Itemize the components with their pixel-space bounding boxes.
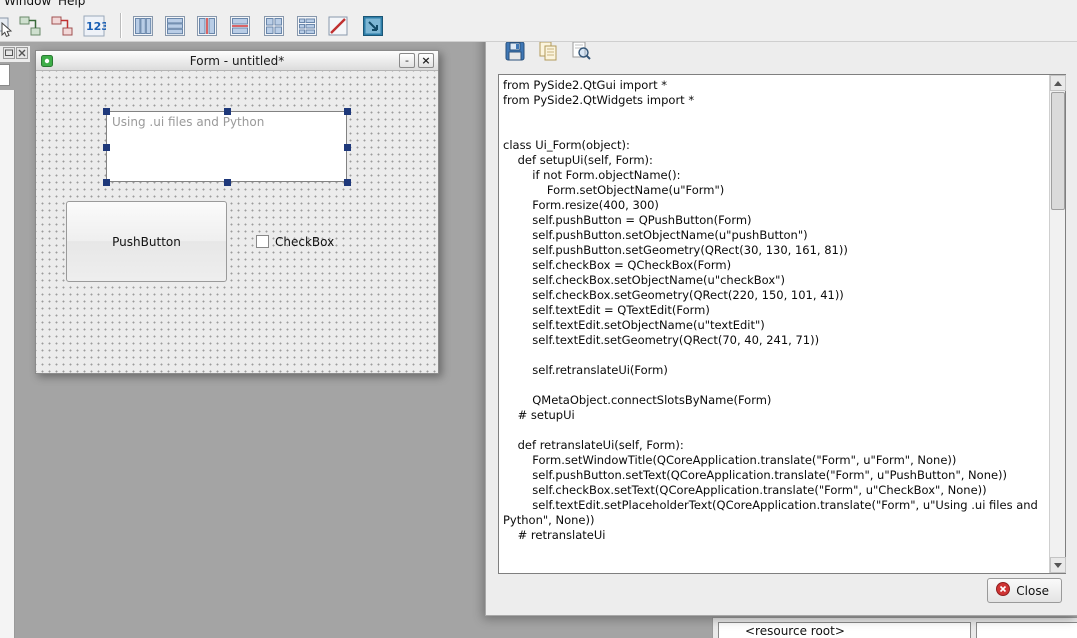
dialog-close-icon [996,582,1010,599]
menu-help[interactable]: Help [58,0,85,8]
close-button-label: Close [1016,584,1049,598]
resize-handle-bottom-right[interactable] [344,179,351,186]
layout-vertical-icon[interactable] [162,13,188,39]
resize-handle-top-right[interactable] [344,108,351,115]
checkbox-label: CheckBox [275,235,334,249]
toolbar-separator [120,13,121,38]
resize-handle-bottom[interactable] [224,179,231,186]
vertical-scrollbar[interactable] [1049,75,1065,573]
checkbox-indicator[interactable] [256,235,269,248]
pushbutton-label: PushButton [112,235,181,249]
edit-buddies-icon[interactable] [49,13,75,39]
widget-box-dock [0,46,30,638]
resize-handle-bottom-left[interactable] [103,179,110,186]
form-canvas[interactable]: Using .ui files and Python PushButton Ch… [36,71,438,373]
layout-grid-icon[interactable] [261,13,287,39]
adjust-size-icon[interactable] [360,13,386,39]
resource-browser-panel: <resource root> [712,617,1077,638]
widget-box-list[interactable] [0,90,15,638]
resize-handle-top[interactable] [224,108,231,115]
dock-close-icon[interactable] [16,47,28,59]
dock-float-icon[interactable] [3,47,15,59]
edit-widgets-icon[interactable] [0,13,16,39]
scroll-up-icon[interactable] [1050,75,1066,91]
resource-tree[interactable]: <resource root> [718,622,971,638]
resource-root-item[interactable]: <resource root> [719,623,970,638]
view-code-dialog: from PySide2.QtGui import * from PySide2… [485,18,1077,616]
menubar: Window Help [0,0,1077,9]
form-editor-window: Form - untitled* - × Using .ui files and… [35,50,439,374]
break-layout-icon[interactable] [325,13,351,39]
menu-window[interactable]: Window [4,0,51,8]
edit-tab-order-icon[interactable]: 123 [81,13,107,39]
resize-handle-top-left[interactable] [103,108,110,115]
window-close-button[interactable]: × [418,53,434,68]
layout-form-icon[interactable] [294,13,320,39]
checkbox-widget[interactable]: CheckBox [256,221,357,262]
dock-titlebar [0,46,30,62]
textedit-widget[interactable]: Using .ui files and Python [106,111,347,182]
main-toolbar: 123 [0,9,1077,42]
qt-designer-screen: Window Help 123 [0,0,1077,638]
layout-horizontal-splitter-icon[interactable] [194,13,220,39]
minimize-button[interactable]: - [399,53,415,68]
resize-handle-left[interactable] [103,144,110,151]
form-window-title: Form - untitled* [36,54,438,68]
layout-horizontal-icon[interactable] [130,13,156,39]
pushbutton-widget[interactable]: PushButton [66,201,227,282]
close-dialog-button[interactable]: Close [987,578,1062,603]
resize-handle-right[interactable] [344,144,351,151]
textedit-placeholder: Using .ui files and Python [112,115,264,129]
svg-text:123: 123 [86,20,106,33]
scroll-down-icon[interactable] [1050,557,1066,573]
code-view[interactable]: from PySide2.QtGui import * from PySide2… [498,74,1066,574]
resource-detail-box[interactable] [976,622,1077,638]
form-window-titlebar[interactable]: Form - untitled* - × [36,51,438,71]
code-text: from PySide2.QtGui import * from PySide2… [503,78,1045,570]
edit-signals-slots-icon[interactable] [17,13,43,39]
widget-filter-input[interactable] [0,64,10,86]
layout-vertical-splitter-icon[interactable] [227,13,253,39]
scrollbar-thumb[interactable] [1051,92,1065,210]
